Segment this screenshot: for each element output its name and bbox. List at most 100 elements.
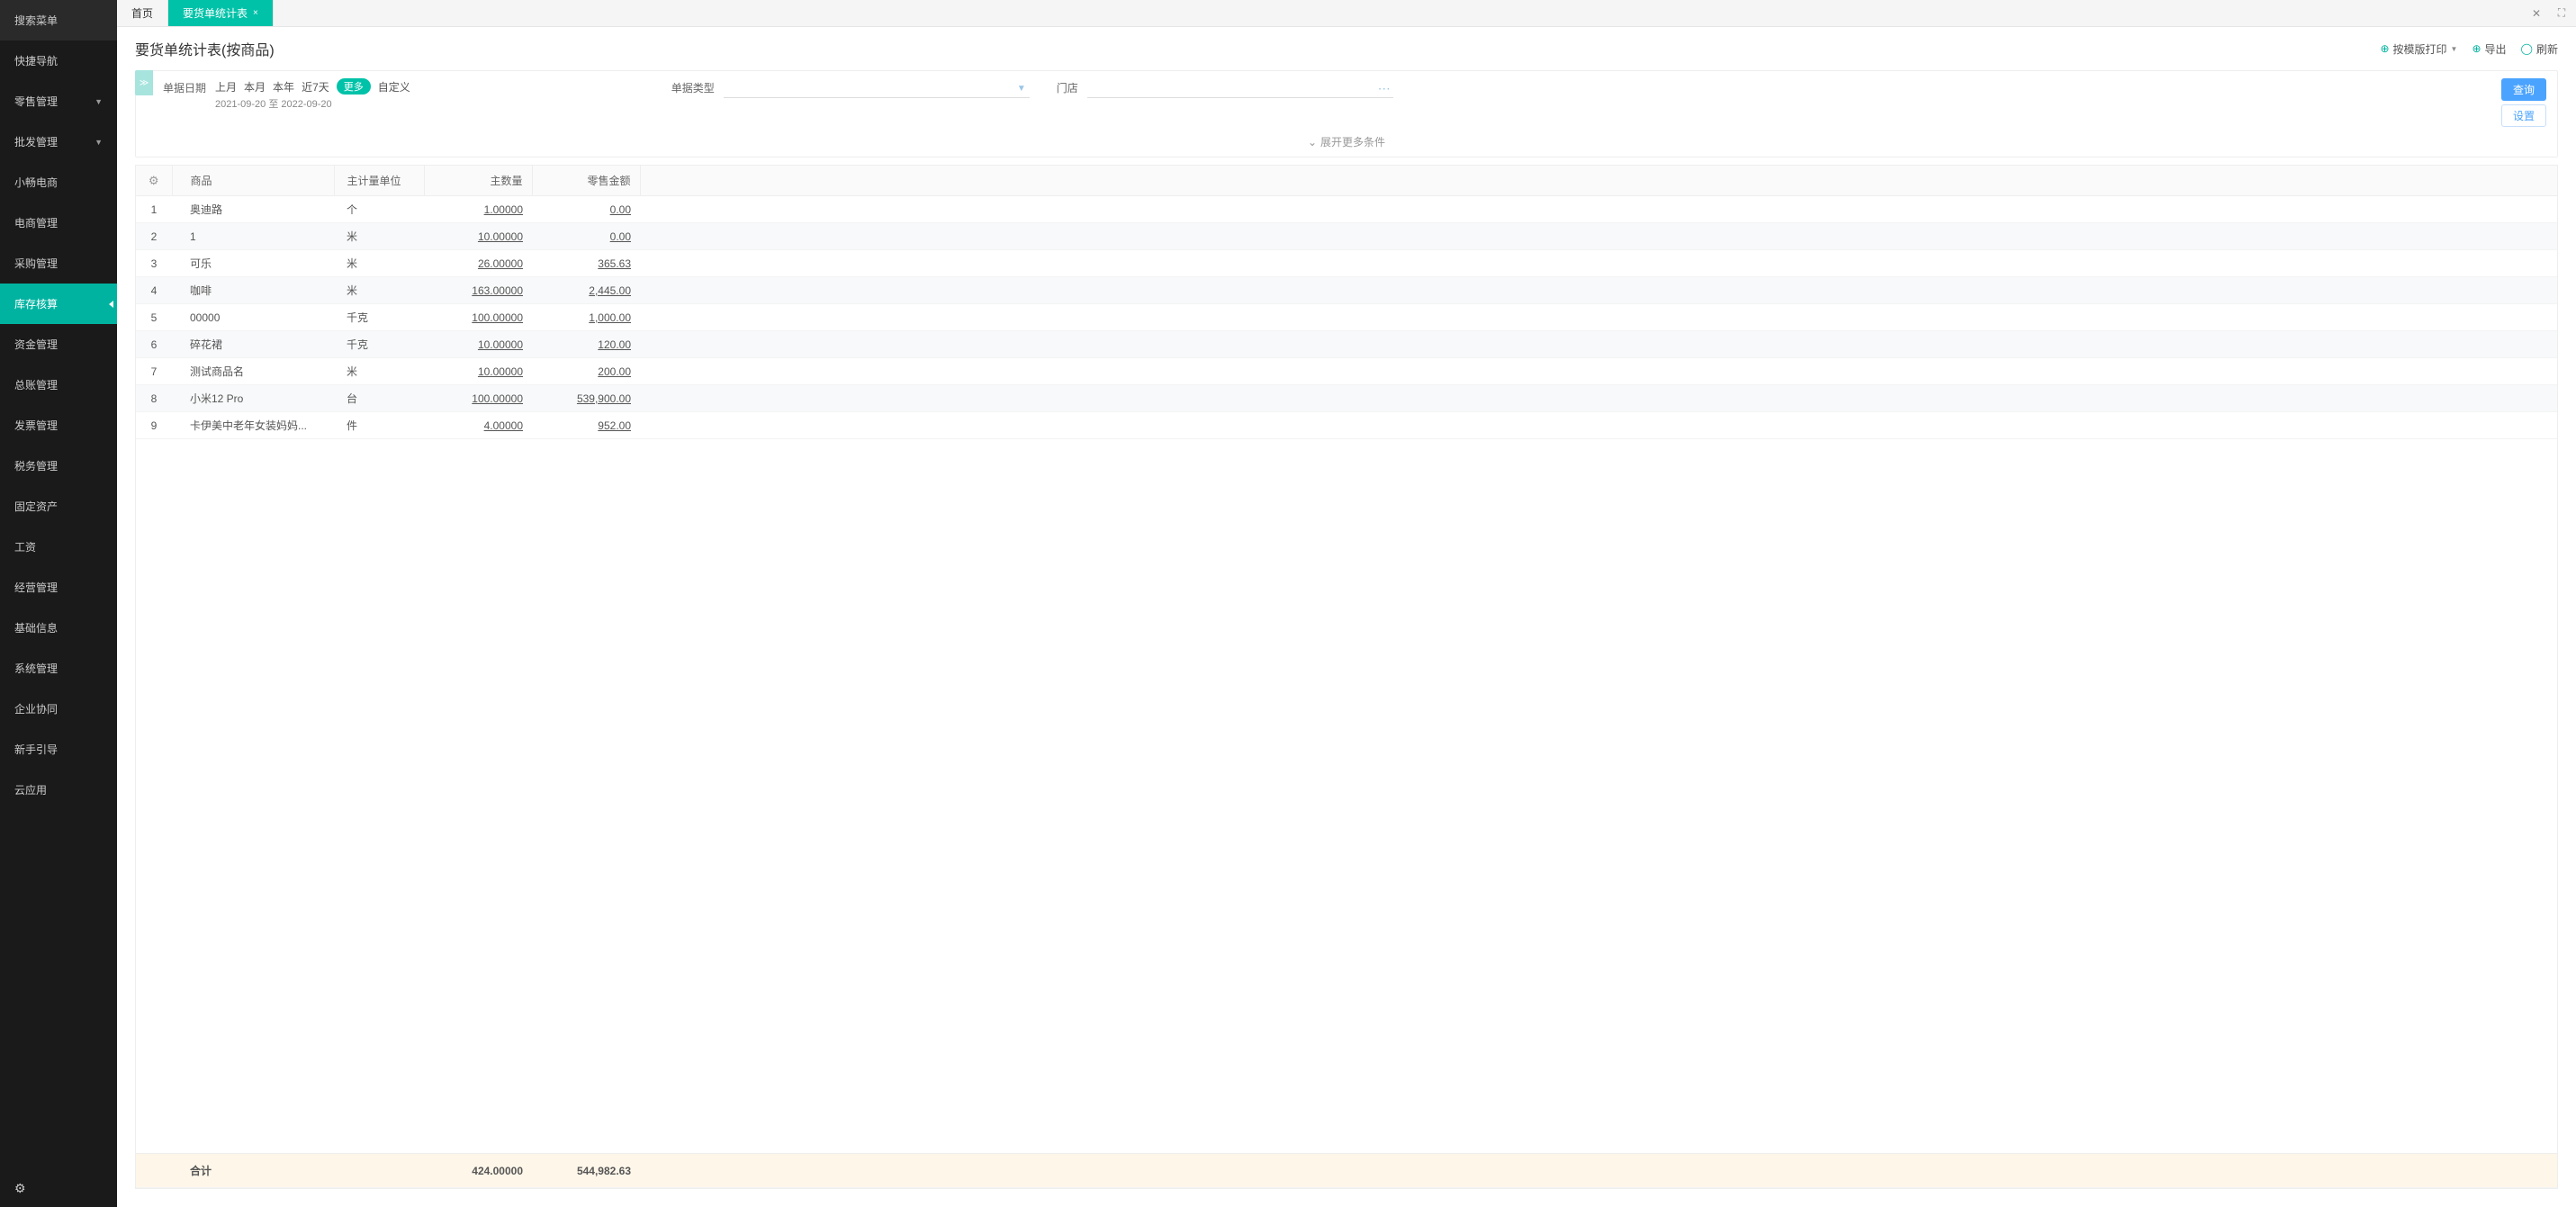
cell-idx: 9: [136, 412, 172, 439]
cell-amount[interactable]: 120.00: [532, 331, 640, 358]
sidebar-item-13[interactable]: 工资: [0, 527, 117, 567]
search-button[interactable]: 查询: [2501, 78, 2546, 101]
sidebar-item-14[interactable]: 经营管理: [0, 567, 117, 608]
sidebar-item-15[interactable]: 基础信息: [0, 608, 117, 648]
bill-type-select[interactable]: [724, 78, 1030, 98]
sidebar-item-2[interactable]: 零售管理▼: [0, 81, 117, 122]
sidebar-item-12[interactable]: 固定资产: [0, 486, 117, 527]
close-icon[interactable]: ×: [253, 8, 258, 18]
date-custom-option[interactable]: 自定义: [378, 79, 410, 95]
date-range-text: 2021-09-20 至 2022-09-20: [215, 96, 410, 111]
col-header-spacer: [640, 166, 2557, 196]
cell-unit: 个: [334, 196, 424, 223]
date-quick-option[interactable]: 上月: [215, 79, 237, 95]
table-row: 1奥迪路个1.000000.00: [136, 196, 2557, 223]
date-more-badge[interactable]: 更多: [337, 78, 371, 95]
table-row: 6碎花裙千克10.00000120.00: [136, 331, 2557, 358]
sidebar-item-3[interactable]: 批发管理▼: [0, 122, 117, 162]
table-row: 21米10.000000.00: [136, 223, 2557, 250]
tabbar: 首页要货单统计表 × ✕ ⛶: [117, 0, 2576, 27]
cell-qty[interactable]: 10.00000: [424, 331, 532, 358]
cell-spacer: [640, 196, 2557, 223]
print-label: 按模版打印: [2393, 41, 2447, 57]
page-actions: ⊕ 按模版打印 ▼ ⊕ 导出 ◯ 刷新: [2380, 41, 2558, 57]
chevron-down-icon[interactable]: ▼: [1017, 84, 1026, 94]
sidebar-item-1[interactable]: 快捷导航: [0, 41, 117, 81]
cell-idx: 4: [136, 277, 172, 304]
cell-idx: 5: [136, 304, 172, 331]
expand-filters-toggle[interactable]: ⌄ 展开更多条件: [1308, 134, 1385, 149]
sidebar-item-18[interactable]: 新手引导: [0, 729, 117, 770]
chevron-down-icon: ▼: [2451, 45, 2458, 53]
col-header-product[interactable]: 商品: [172, 166, 334, 196]
cell-amount[interactable]: 200.00: [532, 358, 640, 385]
sidebar-item-5[interactable]: 电商管理: [0, 203, 117, 243]
cell-qty[interactable]: 4.00000: [424, 412, 532, 439]
tab-fullscreen-icon[interactable]: ⛶: [2551, 3, 2572, 24]
sidebar-item-6[interactable]: 采购管理: [0, 243, 117, 284]
date-quick-option[interactable]: 近7天: [302, 79, 329, 95]
sidebar-item-0[interactable]: 搜索菜单: [0, 0, 117, 41]
tab-0[interactable]: 首页: [117, 0, 168, 26]
cell-amount[interactable]: 2,445.00: [532, 277, 640, 304]
sidebar-item-label: 税务管理: [14, 458, 58, 473]
settings-gear-icon[interactable]: ⚙: [14, 1181, 26, 1195]
cell-amount[interactable]: 539,900.00: [532, 385, 640, 412]
cell-amount[interactable]: 1,000.00: [532, 304, 640, 331]
footer-total-qty: 424.00000: [424, 1154, 532, 1188]
cell-unit: 米: [334, 250, 424, 277]
col-header-qty[interactable]: 主数量: [424, 166, 532, 196]
cell-qty[interactable]: 163.00000: [424, 277, 532, 304]
col-header-unit[interactable]: 主计量单位: [334, 166, 424, 196]
sidebar-item-10[interactable]: 发票管理: [0, 405, 117, 446]
sidebar-item-label: 零售管理: [14, 94, 58, 109]
date-quick-option[interactable]: 本月: [244, 79, 266, 95]
sidebar-item-9[interactable]: 总账管理: [0, 365, 117, 405]
cell-amount[interactable]: 0.00: [532, 223, 640, 250]
table-settings-icon[interactable]: ⚙: [149, 174, 159, 187]
more-icon[interactable]: ⋯: [1378, 81, 1390, 96]
sidebar-item-label: 基础信息: [14, 620, 58, 635]
col-header-amount[interactable]: 零售金额: [532, 166, 640, 196]
refresh-button[interactable]: ◯ 刷新: [2521, 41, 2558, 57]
tab-label: 要货单统计表: [183, 5, 248, 21]
cell-qty[interactable]: 100.00000: [424, 304, 532, 331]
filter-collapse-toggle[interactable]: ≫: [135, 70, 153, 95]
sidebar-item-11[interactable]: 税务管理: [0, 446, 117, 486]
table-header-row: ⚙ 商品 主计量单位 主数量 零售金额: [136, 166, 2557, 196]
settings-button[interactable]: 设置: [2501, 104, 2546, 127]
cell-spacer: [640, 385, 2557, 412]
footer-total-amount: 544,982.63: [532, 1154, 640, 1188]
table-footer-row: 合计 424.00000 544,982.63: [136, 1154, 2557, 1188]
tab-1[interactable]: 要货单统计表 ×: [168, 0, 274, 26]
sidebar-item-17[interactable]: 企业协同: [0, 689, 117, 729]
sidebar-item-7[interactable]: 库存核算: [0, 284, 117, 324]
cell-qty[interactable]: 1.00000: [424, 196, 532, 223]
date-quick-option[interactable]: 本年: [273, 79, 294, 95]
cell-spacer: [640, 331, 2557, 358]
export-icon: ⊕: [2472, 42, 2481, 55]
table-row: 3可乐米26.00000365.63: [136, 250, 2557, 277]
cell-qty[interactable]: 10.00000: [424, 223, 532, 250]
sidebar-item-label: 快捷导航: [14, 53, 58, 68]
print-button[interactable]: ⊕ 按模版打印 ▼: [2380, 41, 2457, 57]
export-button[interactable]: ⊕ 导出: [2472, 41, 2506, 57]
filter-type-label: 单据类型: [671, 78, 715, 98]
sidebar-item-19[interactable]: 云应用: [0, 770, 117, 810]
sidebar-item-16[interactable]: 系统管理: [0, 648, 117, 689]
cell-amount[interactable]: 365.63: [532, 250, 640, 277]
cell-qty[interactable]: 10.00000: [424, 358, 532, 385]
sidebar-item-label: 资金管理: [14, 337, 58, 352]
cell-amount[interactable]: 952.00: [532, 412, 640, 439]
sidebar-item-8[interactable]: 资金管理: [0, 324, 117, 365]
tab-close-all-icon[interactable]: ✕: [2526, 3, 2547, 24]
store-select[interactable]: [1087, 78, 1393, 98]
cell-spacer: [640, 223, 2557, 250]
print-icon: ⊕: [2380, 42, 2389, 55]
table-row: 7测试商品名米10.00000200.00: [136, 358, 2557, 385]
sidebar-item-4[interactable]: 小畅电商: [0, 162, 117, 203]
cell-amount[interactable]: 0.00: [532, 196, 640, 223]
cell-qty[interactable]: 26.00000: [424, 250, 532, 277]
sidebar-item-label: 采购管理: [14, 256, 58, 271]
cell-qty[interactable]: 100.00000: [424, 385, 532, 412]
